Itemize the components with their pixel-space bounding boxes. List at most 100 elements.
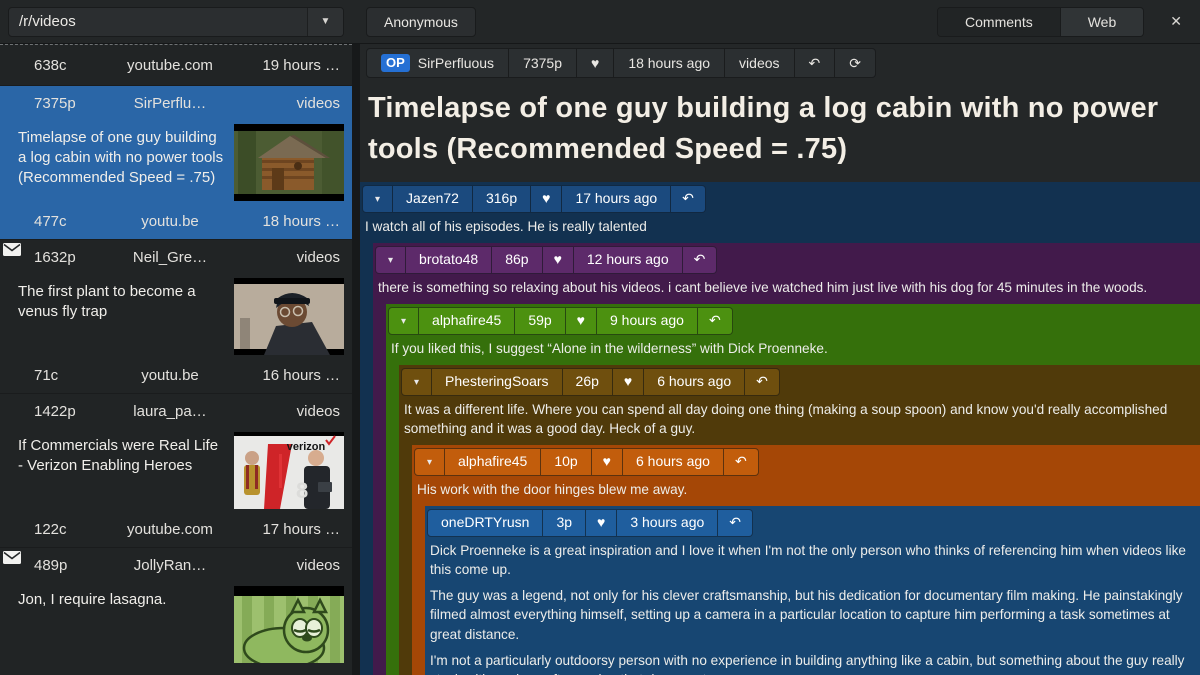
comment-points-button[interactable]: 316p [472, 185, 532, 214]
comment-body: It was a different life. Where you can s… [399, 400, 1200, 438]
post-points-button[interactable]: 7375p [509, 48, 577, 78]
comment-text: It was a different life. Where you can s… [404, 402, 1168, 437]
reply-button[interactable]: ↶ [671, 185, 706, 214]
collapse-button[interactable]: ▾ [375, 246, 407, 275]
comment-author-button[interactable]: alphafire45 [445, 448, 542, 477]
comment-text: His work with the door hinges blew me aw… [417, 482, 688, 498]
comment-age-button[interactable]: 6 hours ago [644, 368, 746, 397]
post-meta-row: 477c youtu.be 18 hours … [0, 213, 352, 230]
comment-body: Dick Proenneke is a great inspiration an… [425, 541, 1200, 675]
main-split: 638c youtube.com 19 hours … 7375p SirPer… [0, 44, 1200, 675]
collapse-button[interactable]: ▾ [401, 368, 433, 397]
comment-age-button[interactable]: 3 hours ago [617, 509, 719, 538]
view-switcher: Comments Web [937, 6, 1145, 37]
comment-header: oneDRTYrusn 3p ♥ 3 hours ago ↶ [425, 508, 1200, 538]
subreddit-combobox[interactable]: /r/videos ▼ [8, 6, 344, 37]
comment-age-button[interactable]: 9 hours ago [596, 307, 698, 336]
post-title: Jon, I require lasagna. [18, 591, 167, 608]
comment-author-button[interactable]: PhesteringSoars [432, 368, 563, 397]
comment-age-button[interactable]: 6 hours ago [622, 448, 724, 477]
tab-web[interactable]: Web [1059, 7, 1144, 36]
collapse-button[interactable]: ▾ [414, 448, 446, 477]
comment: ▾ PhesteringSoars 26p ♥ 6 hours ago ↶ It… [399, 365, 1200, 675]
unread-envelope-icon [3, 551, 21, 564]
like-button[interactable]: ♥ [586, 509, 618, 538]
post-age-button[interactable]: 18 hours ago [614, 48, 726, 78]
tab-comments[interactable]: Comments [938, 7, 1060, 36]
comment-author-button[interactable]: oneDRTYrusn [427, 509, 544, 538]
reply-icon: ↶ [756, 373, 768, 390]
post-comment-count: 638c [34, 56, 67, 74]
post-title: The first plant to become a venus fly tr… [18, 283, 196, 320]
collapse-button[interactable]: ▾ [388, 307, 420, 336]
comment-author-button[interactable]: brotato48 [406, 246, 493, 275]
like-button[interactable]: ♥ [542, 246, 574, 275]
comment-author-button[interactable]: alphafire45 [419, 307, 516, 336]
reply-button[interactable]: ↶ [697, 307, 733, 336]
post-meta-row: 71c youtu.be 16 hours … [0, 367, 352, 384]
reply-button[interactable]: ↶ [718, 509, 754, 538]
post-item[interactable]: 1632p Neil_Gre… videos The first plant t… [0, 240, 352, 394]
comment-points-button[interactable]: 59p [515, 307, 566, 336]
comment: ▾ Jazen72 316p ♥ 17 hours ago ↶ I watch … [360, 182, 1200, 675]
top-toolbar: /r/videos ▼ Anonymous Comments Web ✕ [0, 0, 1200, 44]
post-item-selected[interactable]: 7375p SirPerflu… videos Timelapse of one… [0, 86, 352, 240]
like-button[interactable]: ♥ [612, 368, 645, 397]
heart-icon: ♥ [597, 514, 606, 531]
post-item[interactable]: 1422p laura_pa… videos If Commercials we… [0, 394, 352, 548]
close-icon[interactable]: ✕ [1170, 13, 1182, 30]
collapse-button[interactable]: ▾ [362, 185, 394, 214]
comment-header: ▾ alphafire45 59p ♥ 9 hours ago ↶ [386, 306, 1200, 336]
thumbnail-verizon-ad: verizon 8 [234, 432, 344, 509]
comment-points-button[interactable]: 86p [492, 246, 543, 275]
post-meta-row: 638c youtube.com 19 hours … [0, 57, 352, 74]
subreddit-combobox-value: /r/videos [19, 13, 76, 30]
reply-button[interactable]: ↶ [723, 448, 759, 477]
post-body-row: Timelapse of one guy building a log cabi… [0, 112, 352, 213]
post-item[interactable]: 489p JollyRan… videos Jon, I require las… [0, 548, 352, 675]
comment-text: The guy was a legend, not only for his c… [430, 588, 1183, 642]
post-meta-row: 122c youtube.com 17 hours … [0, 521, 352, 538]
comment-header: ▾ brotato48 86p ♥ 12 hours ago ↶ [373, 245, 1200, 275]
comment: oneDRTYrusn 3p ♥ 3 hours ago ↶ Dick Proe… [425, 506, 1200, 675]
account-button[interactable]: Anonymous [366, 6, 476, 37]
post-author: laura_pa… [133, 403, 207, 420]
post-subreddit: videos [296, 403, 340, 420]
comment: ▾ brotato48 86p ♥ 12 hours ago ↶ there i… [373, 243, 1200, 675]
like-button[interactable]: ♥ [531, 185, 563, 214]
like-button[interactable]: ♥ [577, 48, 615, 78]
chevron-down-icon: ▾ [401, 315, 407, 327]
post-points: 1422p [34, 403, 76, 420]
like-button[interactable]: ♥ [591, 448, 623, 477]
post-author-button[interactable]: OP SirPerfluous [366, 48, 510, 78]
post-body-row: The first plant to become a venus fly tr… [0, 266, 352, 367]
post-title: Timelapse of one guy building a log cabi… [18, 129, 224, 186]
post-title: If Commercials were Real Life - Verizon … [18, 437, 219, 474]
post-body-row: Jon, I require lasagna. [0, 574, 352, 675]
post-item-partial[interactable]: 638c youtube.com 19 hours … [0, 45, 352, 86]
comment-author-button[interactable]: Jazen72 [393, 185, 473, 214]
refresh-button[interactable]: ⟳ [835, 48, 876, 78]
refresh-icon: ⟳ [849, 54, 861, 71]
comment-age-button[interactable]: 17 hours ago [562, 185, 672, 214]
comment-points-button[interactable]: 3p [543, 509, 587, 538]
heart-icon: ♥ [591, 55, 600, 71]
like-button[interactable]: ♥ [565, 307, 597, 336]
comment-points-button[interactable]: 10p [541, 448, 592, 477]
post-subreddit-button[interactable]: videos [725, 48, 795, 78]
comments-pane: OP SirPerfluous 7375p ♥ 18 hours ago vid… [360, 44, 1200, 675]
post-meta-row: 7375p SirPerflu… videos [0, 95, 352, 112]
reply-button[interactable]: ↶ [745, 368, 780, 397]
comment-text: there is something so relaxing about his… [378, 280, 1148, 296]
reply-button[interactable]: ↶ [682, 246, 718, 275]
post-subreddit: videos [296, 249, 340, 266]
comment-points-button[interactable]: 26p [562, 368, 613, 397]
comment-age-button[interactable]: 12 hours ago [573, 246, 683, 275]
comment-header: ▾ PhesteringSoars 26p ♥ 6 hours ago ↶ [399, 367, 1200, 397]
reply-button[interactable]: ↶ [794, 48, 836, 78]
reply-icon: ↶ [682, 190, 694, 207]
chevron-down-icon[interactable]: ▼ [307, 7, 343, 36]
thumbnail-vlogger [234, 278, 344, 355]
post-comment-count: 477c [34, 213, 67, 230]
post-header-bar: OP SirPerfluous 7375p ♥ 18 hours ago vid… [360, 44, 1200, 81]
